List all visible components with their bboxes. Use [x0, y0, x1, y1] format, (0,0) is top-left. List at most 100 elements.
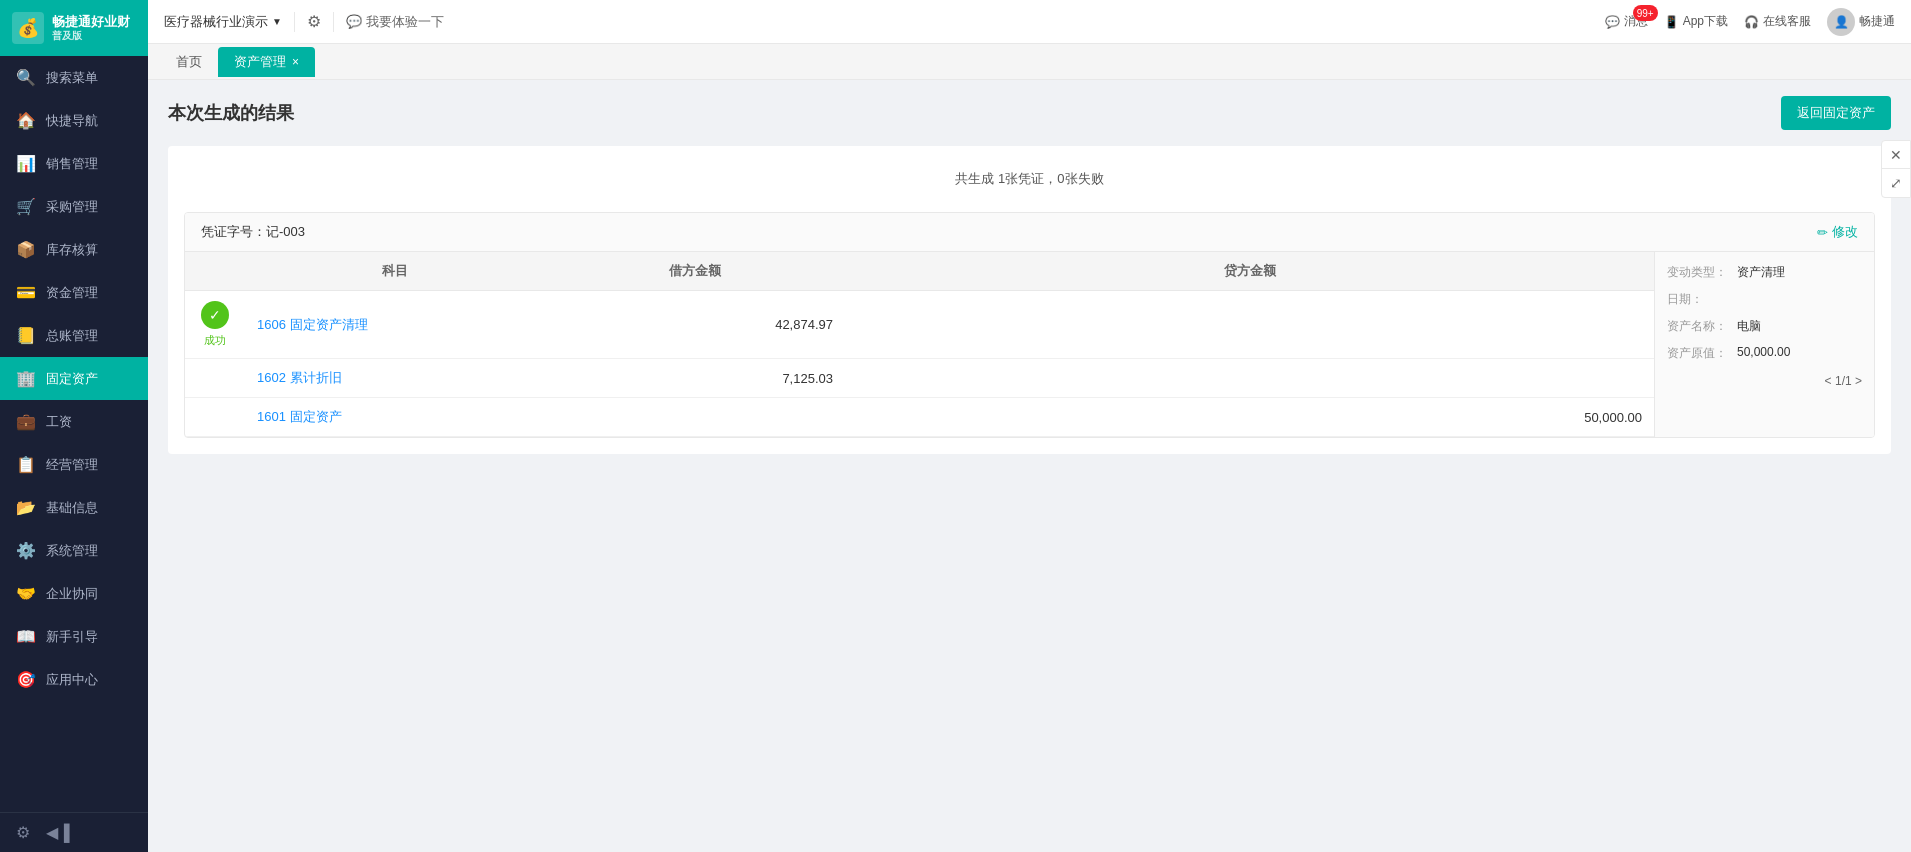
sidebar-item-enterprise[interactable]: 🤝 企业协同: [0, 572, 148, 615]
result-summary: 共生成 1张凭证，0张失败: [184, 162, 1875, 196]
panel-controls: ✕ ⤢: [1881, 140, 1911, 198]
chart-icon: 📊: [16, 154, 36, 173]
prev-page-button[interactable]: <: [1825, 374, 1832, 388]
return-button[interactable]: 返回固定资产: [1781, 96, 1891, 130]
debit-cell: 42,874.97: [545, 291, 845, 359]
user-name: 畅捷通: [1859, 13, 1895, 30]
sidebar-item-search[interactable]: 🔍 搜索菜单: [0, 56, 148, 99]
phone-icon: 📱: [1664, 15, 1679, 29]
sidebar-item-label: 采购管理: [46, 198, 98, 216]
chat-icon: 💬: [346, 14, 362, 29]
sidebar-item-label: 固定资产: [46, 370, 98, 388]
success-label: 成功: [197, 333, 233, 348]
sidebar-item-purchase[interactable]: 🛒 采购管理: [0, 185, 148, 228]
close-panel-button[interactable]: ✕: [1882, 141, 1910, 169]
page-header: 本次生成的结果 返回固定资产: [168, 96, 1891, 130]
debit-cell: [545, 398, 845, 437]
sidebar-bottom: ⚙ ◀▐: [0, 812, 148, 852]
sidebar-item-label: 应用中心: [46, 671, 98, 689]
subject-cell: 1601 固定资产: [245, 398, 545, 437]
sidebar-item-label: 工资: [46, 413, 72, 431]
tab-close-icon[interactable]: ×: [292, 55, 299, 69]
change-type-label: 变动类型：: [1667, 264, 1737, 281]
topbar-divider2: [333, 12, 334, 32]
credit-cell: [845, 359, 1654, 398]
home-icon: 🏠: [16, 111, 36, 130]
logo-icon: 💰: [12, 12, 44, 44]
sidebar-item-label: 搜索菜单: [46, 69, 98, 87]
settings-bottom-icon[interactable]: ⚙: [16, 823, 30, 842]
app-download-button[interactable]: 📱 App下载: [1664, 13, 1728, 30]
page-title: 本次生成的结果: [168, 101, 294, 125]
logo-name: 畅捷通好业财: [52, 14, 130, 30]
subject-cell: 1606 固定资产清理: [245, 291, 545, 359]
sidebar-item-fixed-assets[interactable]: 🏢 固定资产: [0, 357, 148, 400]
sidebar-item-inventory[interactable]: 📦 库存核算: [0, 228, 148, 271]
sidebar-item-label: 系统管理: [46, 542, 98, 560]
credit-cell: 50,000.00: [845, 398, 1654, 437]
status-cell: [185, 359, 245, 398]
sidebar-item-ledger[interactable]: 📒 总账管理: [0, 314, 148, 357]
voucher-side-panel: 变动类型： 资产清理 日期： 资产名称： 电脑 资产原值：: [1654, 252, 1874, 437]
app-download-label: App下载: [1683, 13, 1728, 30]
online-service-label: 在线客服: [1763, 13, 1811, 30]
messages-button[interactable]: 💬 消息 99+: [1605, 13, 1648, 30]
sidebar-logo: 💰 畅捷通好业财 普及版: [0, 0, 148, 56]
asset-name-label: 资产名称：: [1667, 318, 1737, 335]
main-area: 医疗器械行业演示 ▼ ⚙ 💬 我要体验一下 💬 消息 99+ 📱 App下载: [148, 0, 1911, 852]
sidebar-item-salary[interactable]: 💼 工资: [0, 400, 148, 443]
feedback-button[interactable]: 💬 我要体验一下: [346, 13, 444, 31]
sidebar-item-guide[interactable]: 📖 新手引导: [0, 615, 148, 658]
sidebar: 💰 畅捷通好业财 普及版 🔍 搜索菜单 🏠 快捷导航 📊 销售管理 🛒 采购管理…: [0, 0, 148, 852]
tab-home-label: 首页: [176, 53, 202, 71]
book-icon: 📖: [16, 627, 36, 646]
original-value-value: 50,000.00: [1737, 345, 1790, 359]
card-icon: 💳: [16, 283, 36, 302]
logo-sub: 普及版: [52, 30, 130, 42]
voucher-edit-button[interactable]: ✏ 修改: [1817, 223, 1858, 241]
table-row: 1602 累计折旧7,125.03: [185, 359, 1654, 398]
date-row: 日期：: [1667, 291, 1862, 308]
sidebar-scroll-area: 🔍 搜索菜单 🏠 快捷导航 📊 销售管理 🛒 采购管理 📦 库存核算 💳 资金管…: [0, 56, 148, 812]
chevron-down-icon: ▼: [272, 16, 282, 27]
edit-label: 修改: [1832, 223, 1858, 241]
status-cell: ✓ 成功: [185, 291, 245, 359]
col-subject: 科目: [245, 252, 545, 291]
ledger-icon: 📒: [16, 326, 36, 345]
sidebar-item-label: 快捷导航: [46, 112, 98, 130]
topbar-divider: [294, 12, 295, 32]
collapse-icon[interactable]: ◀▐: [46, 823, 69, 842]
company-name: 医疗器械行业演示: [164, 13, 268, 31]
company-selector[interactable]: 医疗器械行业演示 ▼: [164, 13, 282, 31]
gear-icon[interactable]: ⚙: [307, 12, 321, 31]
success-icon: ✓: [201, 301, 229, 329]
sidebar-item-app-center[interactable]: 🎯 应用中心: [0, 658, 148, 701]
table-header-row: 科目 借方金额 贷方金额: [185, 252, 1654, 291]
table-row: 1601 固定资产 50,000.00: [185, 398, 1654, 437]
sidebar-item-system[interactable]: ⚙️ 系统管理: [0, 529, 148, 572]
asset-name-value: 电脑: [1737, 318, 1761, 335]
sidebar-item-operations[interactable]: 📋 经营管理: [0, 443, 148, 486]
tab-asset-mgmt[interactable]: 资产管理 ×: [218, 47, 315, 77]
voucher-table: 科目 借方金额 贷方金额 ✓ 成功 1606 固定资产清理42,874.9716…: [185, 252, 1654, 437]
topbar-left: 医疗器械行业演示 ▼ ⚙ 💬 我要体验一下: [164, 12, 1597, 32]
cart-icon: 🛒: [16, 197, 36, 216]
sidebar-item-funds[interactable]: 💳 资金管理: [0, 271, 148, 314]
change-type-value: 资产清理: [1737, 264, 1785, 281]
edit-icon: ✏: [1817, 225, 1828, 240]
sidebar-item-basic-info[interactable]: 📂 基础信息: [0, 486, 148, 529]
side-pagination: < 1/1 >: [1667, 374, 1862, 388]
sidebar-item-label: 经营管理: [46, 456, 98, 474]
next-page-button[interactable]: >: [1855, 374, 1862, 388]
sidebar-item-quick-nav[interactable]: 🏠 快捷导航: [0, 99, 148, 142]
topbar: 医疗器械行业演示 ▼ ⚙ 💬 我要体验一下 💬 消息 99+ 📱 App下载: [148, 0, 1911, 44]
change-type-row: 变动类型： 资产清理: [1667, 264, 1862, 281]
col-status: [185, 252, 245, 291]
user-profile[interactable]: 👤 畅捷通: [1827, 8, 1895, 36]
result-panel: 共生成 1张凭证，0张失败 凭证字号：记-003 ✏ 修改: [168, 146, 1891, 454]
online-service-button[interactable]: 🎧 在线客服: [1744, 13, 1811, 30]
expand-panel-button[interactable]: ⤢: [1882, 169, 1910, 197]
tab-home[interactable]: 首页: [164, 47, 214, 77]
credit-cell: [845, 291, 1654, 359]
sidebar-item-sales[interactable]: 📊 销售管理: [0, 142, 148, 185]
